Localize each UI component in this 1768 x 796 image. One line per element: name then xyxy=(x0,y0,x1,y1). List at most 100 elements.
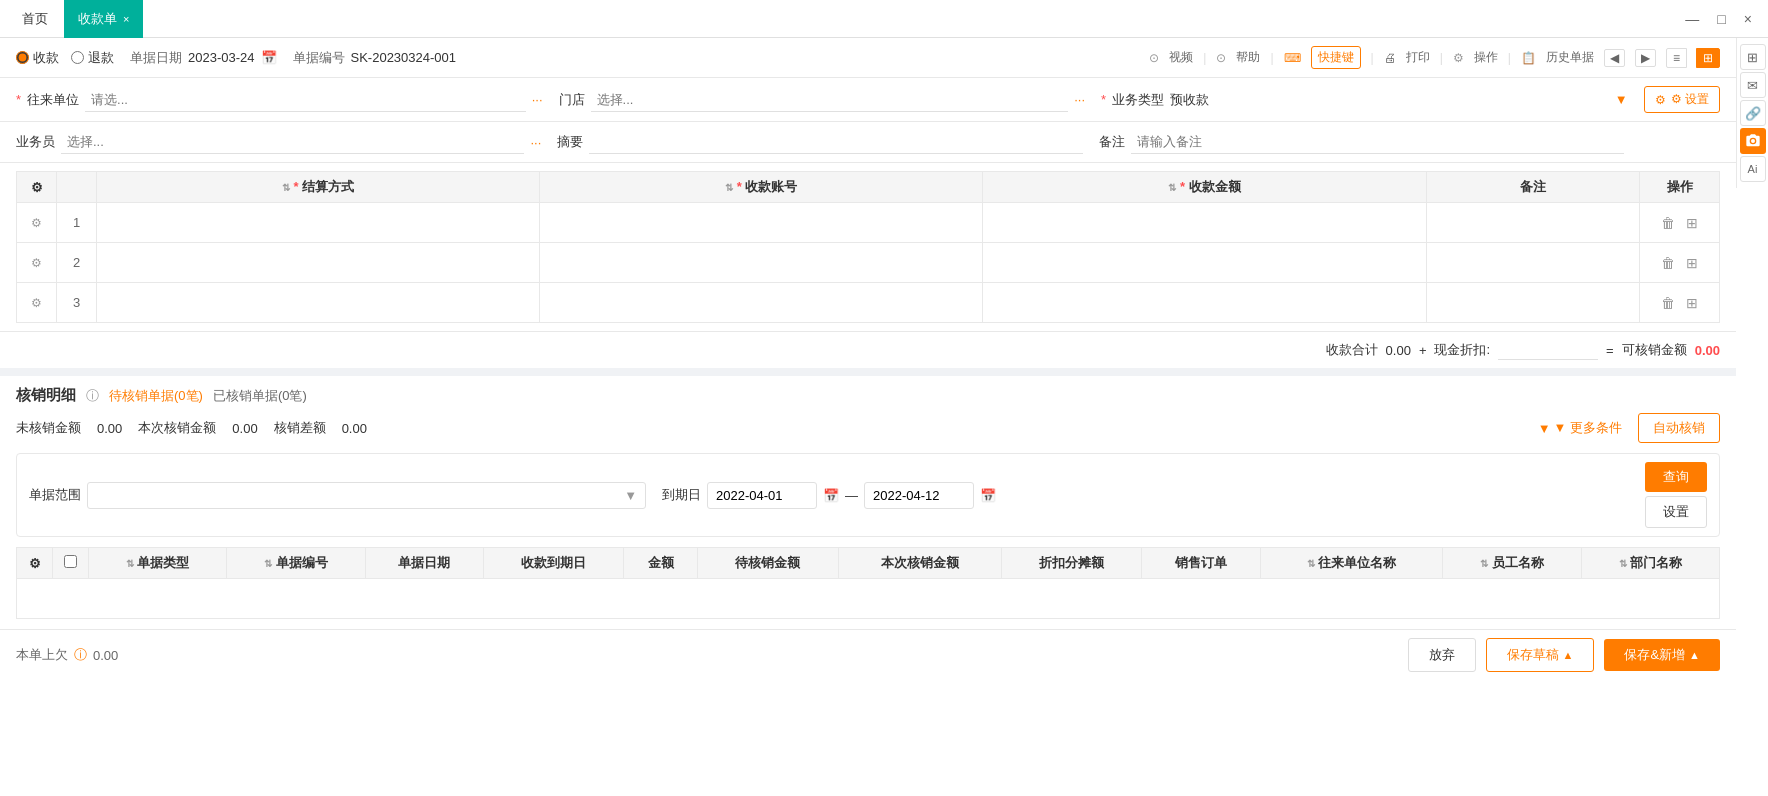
counterpart-label: 往来单位 xyxy=(27,91,79,109)
info-circle-icon[interactable]: ⓘ xyxy=(74,646,87,664)
save-draft-btn[interactable]: 保存草稿 ▲ xyxy=(1486,638,1595,672)
row-copy-icon[interactable]: ⊞ xyxy=(1686,215,1698,231)
window-close[interactable]: × xyxy=(1736,11,1760,27)
account-required: * xyxy=(737,179,742,194)
select-all-checkbox[interactable] xyxy=(64,555,77,568)
date-from-input[interactable] xyxy=(707,482,817,509)
store-label: 门店 xyxy=(559,91,585,109)
store-input[interactable] xyxy=(591,88,1069,112)
store-more-icon[interactable]: ··· xyxy=(1074,92,1085,107)
counterpart-input[interactable] xyxy=(85,88,526,112)
window-minimize[interactable]: — xyxy=(1677,11,1707,27)
cal-icon-to[interactable]: 📅 xyxy=(980,488,996,503)
counterpart-header[interactable]: ⇅ 往来单位名称 xyxy=(1260,548,1443,579)
filter-row: 单据范围 ▼ 到期日 📅 — 📅 查询 设置 xyxy=(16,453,1720,537)
completed-tab[interactable]: 已核销单据(0笔) xyxy=(213,387,307,405)
sidebar-attach-btn[interactable]: 🔗 xyxy=(1740,100,1766,126)
current-verify-value: 0.00 xyxy=(232,421,257,436)
doc-date-header[interactable]: 单据日期 xyxy=(365,548,483,579)
auto-verify-btn[interactable]: 自动核销 xyxy=(1638,413,1720,443)
current-amount-header: 本次核销金额 xyxy=(838,548,1001,579)
row-delete-icon[interactable]: 🗑 xyxy=(1661,295,1675,311)
gear-icon: ⚙ xyxy=(1655,93,1666,107)
calendar-icon[interactable]: 📅 xyxy=(261,50,277,65)
form-fields-row1: * 往来单位 ··· 门店 ··· * 业务类型 预收款 ▼ ⚙ ⚙ 设置 xyxy=(0,78,1736,122)
equals-sign: = xyxy=(1606,343,1614,358)
close-tab-icon[interactable]: × xyxy=(123,13,129,25)
cal-icon-from[interactable]: 📅 xyxy=(823,488,839,503)
query-btn[interactable]: 查询 xyxy=(1645,462,1707,492)
history-btn[interactable]: 历史单据 xyxy=(1546,49,1594,66)
list-view-btn[interactable]: ≡ xyxy=(1666,48,1687,68)
grid-view-btn[interactable]: ⊞ xyxy=(1696,48,1720,68)
filter-action-btns: 查询 设置 xyxy=(1645,462,1707,528)
row-gear-icon: ⚙ xyxy=(31,296,42,310)
info-icon[interactable]: ⓘ xyxy=(86,387,99,405)
print-btn[interactable]: 打印 xyxy=(1406,49,1430,66)
total-label: 收款合计 xyxy=(1326,341,1378,359)
doc-type-header[interactable]: ⇅ 单据类型 xyxy=(89,548,227,579)
bottom-checkbox-header[interactable] xyxy=(53,548,89,579)
verify-header: 核销明细 ⓘ 待核销单据(0笔) 已核销单据(0笔) xyxy=(16,386,1720,405)
date-value: 2023-03-24 xyxy=(188,50,255,65)
staff-more-icon[interactable]: ··· xyxy=(530,135,541,150)
row-gear-icon: ⚙ xyxy=(31,216,42,230)
radio-receipt[interactable]: 收款 xyxy=(16,49,59,67)
shortcut-btn[interactable]: 快捷键 xyxy=(1311,46,1361,69)
pending-tab[interactable]: 待核销单据(0笔) xyxy=(109,387,203,405)
row-copy-icon[interactable]: ⊞ xyxy=(1686,295,1698,311)
form-top-bar: 收款 退款 单据日期 2023-03-24 📅 单据编号 SK-20230324… xyxy=(0,38,1736,78)
bottom-table-section: ⚙ ⇅ 单据类型 ⇅ 单据编号 单据日期 收款到期日 xyxy=(16,547,1720,619)
summary-field: 摘要 xyxy=(557,130,1082,154)
next-icon[interactable]: ▶ xyxy=(1635,49,1656,67)
doc-number-header[interactable]: ⇅ 单据编号 xyxy=(227,548,365,579)
sidebar-table-btn[interactable]: ⊞ xyxy=(1740,44,1766,70)
radio-refund[interactable]: 退款 xyxy=(71,49,114,67)
history-icon: 📋 xyxy=(1521,51,1536,65)
save-new-btn[interactable]: 保存&新增 ▲ xyxy=(1604,639,1720,671)
summary-input[interactable] xyxy=(589,130,1082,154)
staff-field: 业务员 ··· xyxy=(16,130,541,154)
business-type-value: 预收款 xyxy=(1170,91,1609,109)
settlement-header[interactable]: ⇅ * 结算方式 xyxy=(97,172,540,203)
staff-header[interactable]: ⇅ 员工名称 xyxy=(1443,548,1581,579)
row-delete-icon[interactable]: 🗑 xyxy=(1661,255,1675,271)
staff-input[interactable] xyxy=(61,130,524,154)
ai-badge[interactable]: Ai xyxy=(1740,156,1766,182)
prev-icon[interactable]: ◀ xyxy=(1604,49,1625,67)
row-delete-icon[interactable]: 🗑 xyxy=(1661,215,1675,231)
row-copy-icon[interactable]: ⊞ xyxy=(1686,255,1698,271)
verify-settings-btn[interactable]: 设置 xyxy=(1645,496,1707,528)
radio-group: 收款 退款 xyxy=(16,49,114,67)
dropdown-icon[interactable]: ▼ xyxy=(1615,92,1628,107)
gear-icon-header: ⚙ xyxy=(31,180,43,195)
video-btn[interactable]: 视频 xyxy=(1169,49,1193,66)
counterpart-more-icon[interactable]: ··· xyxy=(532,92,543,107)
amount-header[interactable]: ⇅ * 收款金额 xyxy=(983,172,1426,203)
gear-col-header[interactable]: ⚙ xyxy=(17,172,57,203)
home-tab[interactable]: 首页 xyxy=(8,0,62,38)
business-type-required: * xyxy=(1101,92,1106,107)
more-conditions-btn[interactable]: ▼ ▼ 更多条件 xyxy=(1538,419,1622,437)
dept-header[interactable]: ⇅ 部门名称 xyxy=(1581,548,1719,579)
window-maximize[interactable]: □ xyxy=(1709,11,1733,27)
receipt-tab[interactable]: 收款单 × xyxy=(64,0,143,38)
discount-input[interactable] xyxy=(1498,340,1598,360)
sidebar-mail-btn[interactable]: ✉ xyxy=(1740,72,1766,98)
sidebar-camera-btn[interactable] xyxy=(1740,128,1766,154)
settings-button[interactable]: ⚙ ⚙ 设置 xyxy=(1644,86,1720,113)
filter-range-select[interactable]: ▼ xyxy=(87,482,646,509)
pending-amount-header: 待核销金额 xyxy=(698,548,839,579)
plus-sign: + xyxy=(1419,343,1427,358)
date-label: 单据日期 xyxy=(130,49,182,67)
date-to-input[interactable] xyxy=(864,482,974,509)
abandon-btn[interactable]: 放弃 xyxy=(1408,638,1476,672)
help-btn[interactable]: 帮助 xyxy=(1236,49,1260,66)
action-header: 操作 xyxy=(1640,172,1720,203)
operation-btn[interactable]: 操作 xyxy=(1474,49,1498,66)
form-fields-row2: 业务员 ··· 摘要 备注 xyxy=(0,122,1736,163)
bottom-gear-header[interactable]: ⚙ xyxy=(17,548,53,579)
account-header[interactable]: ⇅ * 收款账号 xyxy=(540,172,983,203)
circle-icon2: ⊙ xyxy=(1216,51,1226,65)
remark-input[interactable] xyxy=(1131,130,1624,154)
